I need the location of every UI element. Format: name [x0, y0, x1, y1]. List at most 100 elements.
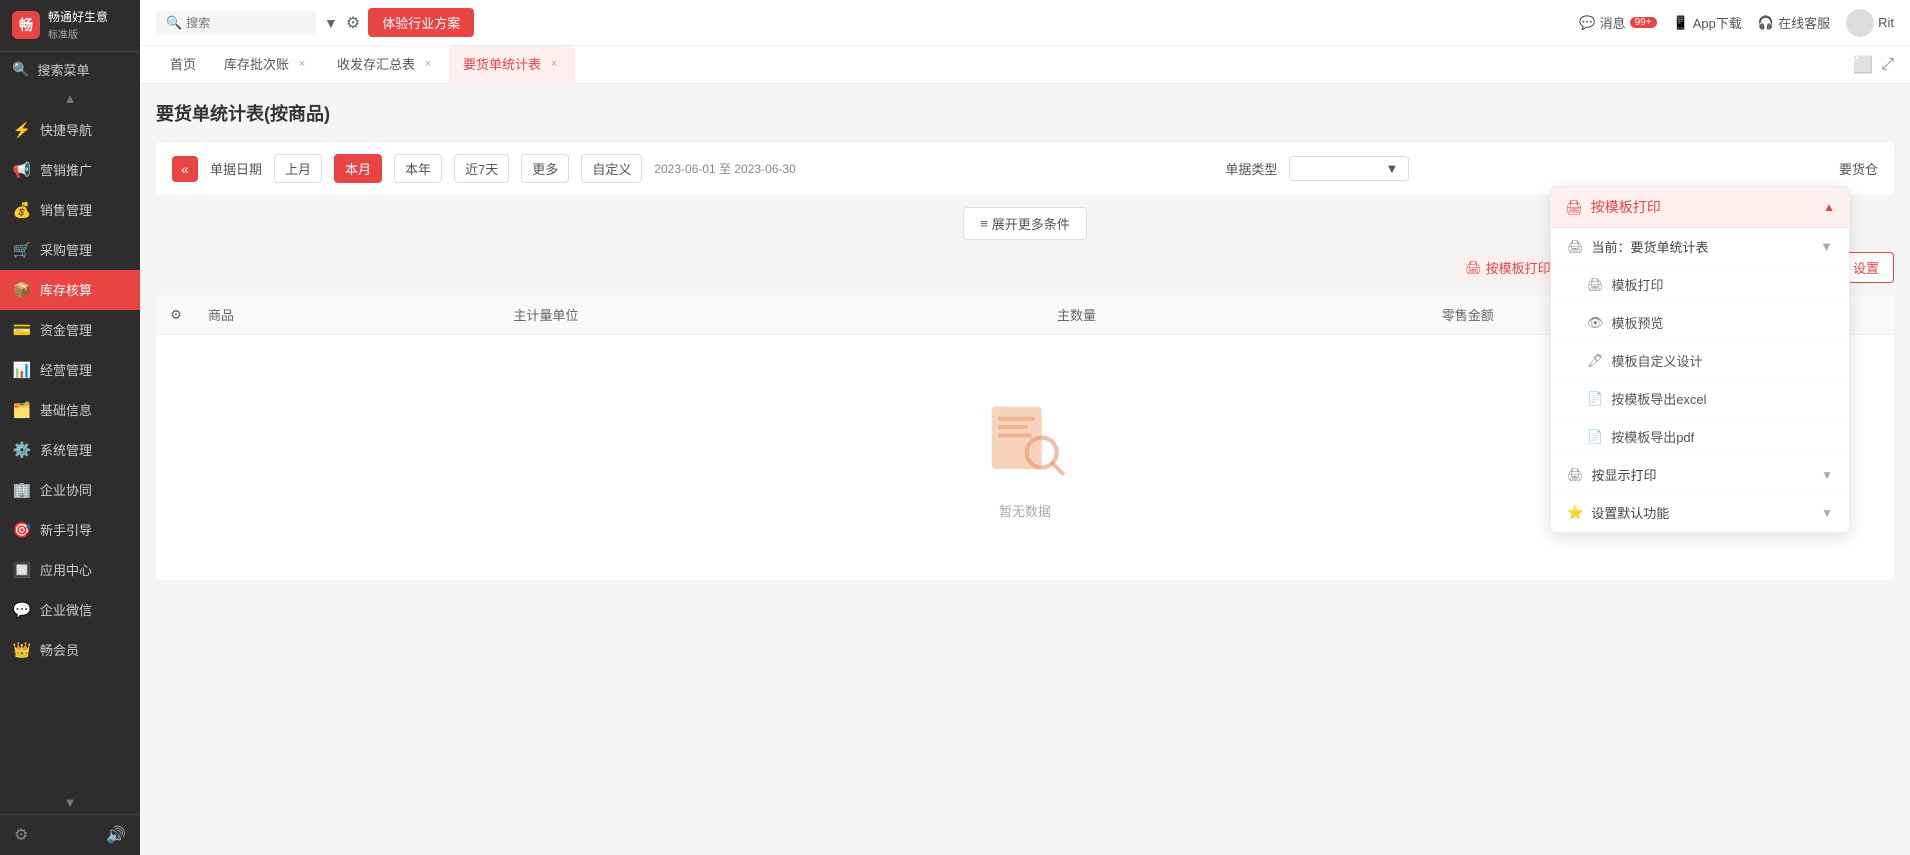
sidebar-item-basic[interactable]: 🗂️ 基础信息: [0, 390, 140, 430]
topbar-settings-btn[interactable]: ⚙: [346, 13, 360, 33]
sidebar-item-guide[interactable]: 🎯 新手引导: [0, 510, 140, 550]
settings-bottom-icon[interactable]: ⚙: [14, 825, 28, 845]
sidebar-item-system[interactable]: ⚙️ 系统管理: [0, 430, 140, 470]
sidebar-logo: 畅 畅通好生意 标准版: [0, 0, 140, 52]
username: Rit: [1878, 15, 1894, 30]
topbar: 🔍 ▼ ⚙ 体验行业方案 💬 消息 99+ 📱 App下载 🎧 在线客服 Rit: [140, 0, 1910, 46]
current-template-arrow[interactable]: ▼: [1820, 239, 1833, 254]
print-dropdown-close-arrow[interactable]: ▲: [1823, 200, 1835, 214]
topbar-search-box[interactable]: 🔍: [156, 11, 316, 35]
sidebar-item-purchase[interactable]: 🛒 采购管理: [0, 230, 140, 270]
tab-order-stats[interactable]: 要货单统计表 ×: [449, 46, 575, 84]
sidebar-item-weixin[interactable]: 💬 企业微信: [0, 590, 140, 630]
message-badge: 99+: [1630, 17, 1657, 28]
tabbar-actions: ⬜ ⤢: [1853, 55, 1894, 75]
phone-icon: 📱: [1673, 15, 1689, 31]
tab-home[interactable]: 首页: [156, 46, 210, 84]
logo-text: 畅通好生意 标准版: [48, 10, 108, 41]
date-btn-more[interactable]: 更多: [521, 154, 569, 183]
default-func-group[interactable]: ⭐ 设置默认功能 ▼: [1551, 494, 1849, 532]
scroll-up-btn[interactable]: ▲: [0, 87, 140, 110]
col-settings[interactable]: ⚙: [156, 295, 196, 335]
printer-icon: 🖨: [1465, 260, 1482, 276]
display-print-icon: 🖨: [1567, 467, 1584, 483]
date-btn-custom[interactable]: 自定义: [581, 154, 642, 183]
finance-icon: 💳: [12, 320, 32, 340]
date-btn-7days[interactable]: 近7天: [454, 154, 509, 183]
weixin-icon: 💬: [12, 600, 32, 620]
date-btn-this-year[interactable]: 本年: [394, 154, 442, 183]
display-print-arrow: ▼: [1821, 468, 1833, 482]
user-avatar-area[interactable]: Rit: [1846, 9, 1894, 37]
message-icon: 💬: [1579, 15, 1595, 31]
date-range-display: 2023-06-01 至 2023-06-30: [654, 160, 795, 177]
sidebar: 畅 畅通好生意 标准版 🔍 搜索菜单 ▲ ⚡ 快捷导航 📢 营销推广 💰 销售管…: [0, 0, 140, 855]
inventory-icon: 📦: [12, 280, 32, 300]
expand-icon: ≡: [980, 216, 988, 231]
sidebar-item-operations[interactable]: 📊 经营管理: [0, 350, 140, 390]
current-template-item[interactable]: 🖨 当前：要货单统计表 ▼: [1551, 228, 1849, 266]
date-btn-last-month[interactable]: 上月: [274, 154, 322, 183]
tab-close-order-stats[interactable]: ×: [547, 57, 561, 71]
scroll-down-btn[interactable]: ▼: [0, 791, 140, 814]
template-design-item[interactable]: 🖊 模板自定义设计: [1551, 342, 1849, 380]
main-content: 🔍 ▼ ⚙ 体验行业方案 💬 消息 99+ 📱 App下载 🎧 在线客服 Rit: [140, 0, 1910, 855]
sidebar-item-appstore[interactable]: 🔲 应用中心: [0, 550, 140, 590]
filter-expand-btn[interactable]: «: [172, 156, 198, 182]
sidebar-item-member[interactable]: 👑 畅会员: [0, 630, 140, 670]
online-service-btn[interactable]: 🎧 在线客服: [1758, 13, 1830, 32]
tab-maximize-btn[interactable]: ⬜: [1853, 55, 1873, 75]
sidebar-item-sales[interactable]: 💰 销售管理: [0, 190, 140, 230]
topbar-search-input[interactable]: [186, 16, 306, 30]
sidebar-item-marketing[interactable]: 📢 营销推广: [0, 150, 140, 190]
print-dropdown-printer-icon: 🖨: [1565, 199, 1583, 216]
sidebar-item-inventory[interactable]: 📦 库存核算: [0, 270, 140, 310]
doc-type-select[interactable]: ▼: [1289, 156, 1409, 181]
default-func-icon: ⭐: [1567, 505, 1583, 521]
export-pdf-icon: 📄: [1587, 429, 1603, 445]
export-pdf-item[interactable]: 📄 按模板导出pdf: [1551, 418, 1849, 456]
date-btn-this-month[interactable]: 本月: [334, 154, 382, 183]
topbar-search-icon: 🔍: [166, 15, 182, 31]
marketing-icon: 📢: [12, 160, 32, 180]
template-print-item[interactable]: 🖨 模板打印: [1551, 266, 1849, 304]
print-dropdown-header[interactable]: 🖨 按模板打印 ▲: [1551, 187, 1849, 228]
tab-receipt-summary[interactable]: 收发存汇总表 ×: [323, 46, 449, 84]
export-excel-item[interactable]: 📄 按模板导出excel: [1551, 380, 1849, 418]
tab-close-receipt-summary[interactable]: ×: [421, 57, 435, 71]
member-icon: 👑: [12, 640, 32, 660]
empty-text: 暂无数据: [999, 501, 1051, 520]
topbar-dropdown-btn[interactable]: ▼: [324, 15, 338, 31]
empty-illustration: [975, 395, 1075, 485]
col-qty: 主数量: [1045, 295, 1430, 335]
template-preview-icon: 👁: [1587, 315, 1604, 331]
sales-icon: 💰: [12, 200, 32, 220]
operations-icon: 📊: [12, 360, 32, 380]
sidebar-nav: ⚡ 快捷导航 📢 营销推广 💰 销售管理 🛒 采购管理 📦 库存核算 💳 资金管…: [0, 110, 140, 791]
system-icon: ⚙️: [12, 440, 32, 460]
page-title: 要货单统计表(按商品): [156, 100, 1894, 126]
sidebar-item-enterprise[interactable]: 🏢 企业协同: [0, 470, 140, 510]
enterprise-icon: 🏢: [12, 480, 32, 500]
tab-close-batch-account[interactable]: ×: [295, 57, 309, 71]
app-download-btn[interactable]: 📱 App下载: [1673, 13, 1742, 32]
sidebar-search[interactable]: 🔍 搜索菜单: [0, 52, 140, 87]
tab-batch-account[interactable]: 库存批次账 ×: [210, 46, 323, 84]
expand-more-btn[interactable]: ≡ 展开更多条件: [963, 207, 1087, 240]
sidebar-item-quick-nav[interactable]: ⚡ 快捷导航: [0, 110, 140, 150]
select-arrow-icon: ▼: [1386, 161, 1399, 176]
template-print-icon: 🖨: [1587, 277, 1604, 293]
col-unit: 主计量单位: [501, 295, 1045, 335]
sound-icon[interactable]: 🔊: [106, 825, 126, 845]
template-preview-item[interactable]: 👁 模板预览: [1551, 304, 1849, 342]
tab-fullscreen-btn[interactable]: ⤢: [1881, 56, 1894, 74]
purchase-icon: 🛒: [12, 240, 32, 260]
service-icon: 🎧: [1758, 15, 1774, 31]
current-template-icon: 🖨: [1567, 239, 1584, 255]
guide-icon: 🎯: [12, 520, 32, 540]
sidebar-item-finance[interactable]: 💳 资金管理: [0, 310, 140, 350]
trial-btn[interactable]: 体验行业方案: [368, 8, 474, 37]
messages-btn[interactable]: 💬 消息 99+: [1579, 13, 1656, 32]
display-print-group[interactable]: 🖨 按显示打印 ▼: [1551, 456, 1849, 494]
print-dropdown: 🖨 按模板打印 ▲ 🖨 当前：要货单统计表 ▼ 🖨 模板打印: [1550, 186, 1850, 533]
